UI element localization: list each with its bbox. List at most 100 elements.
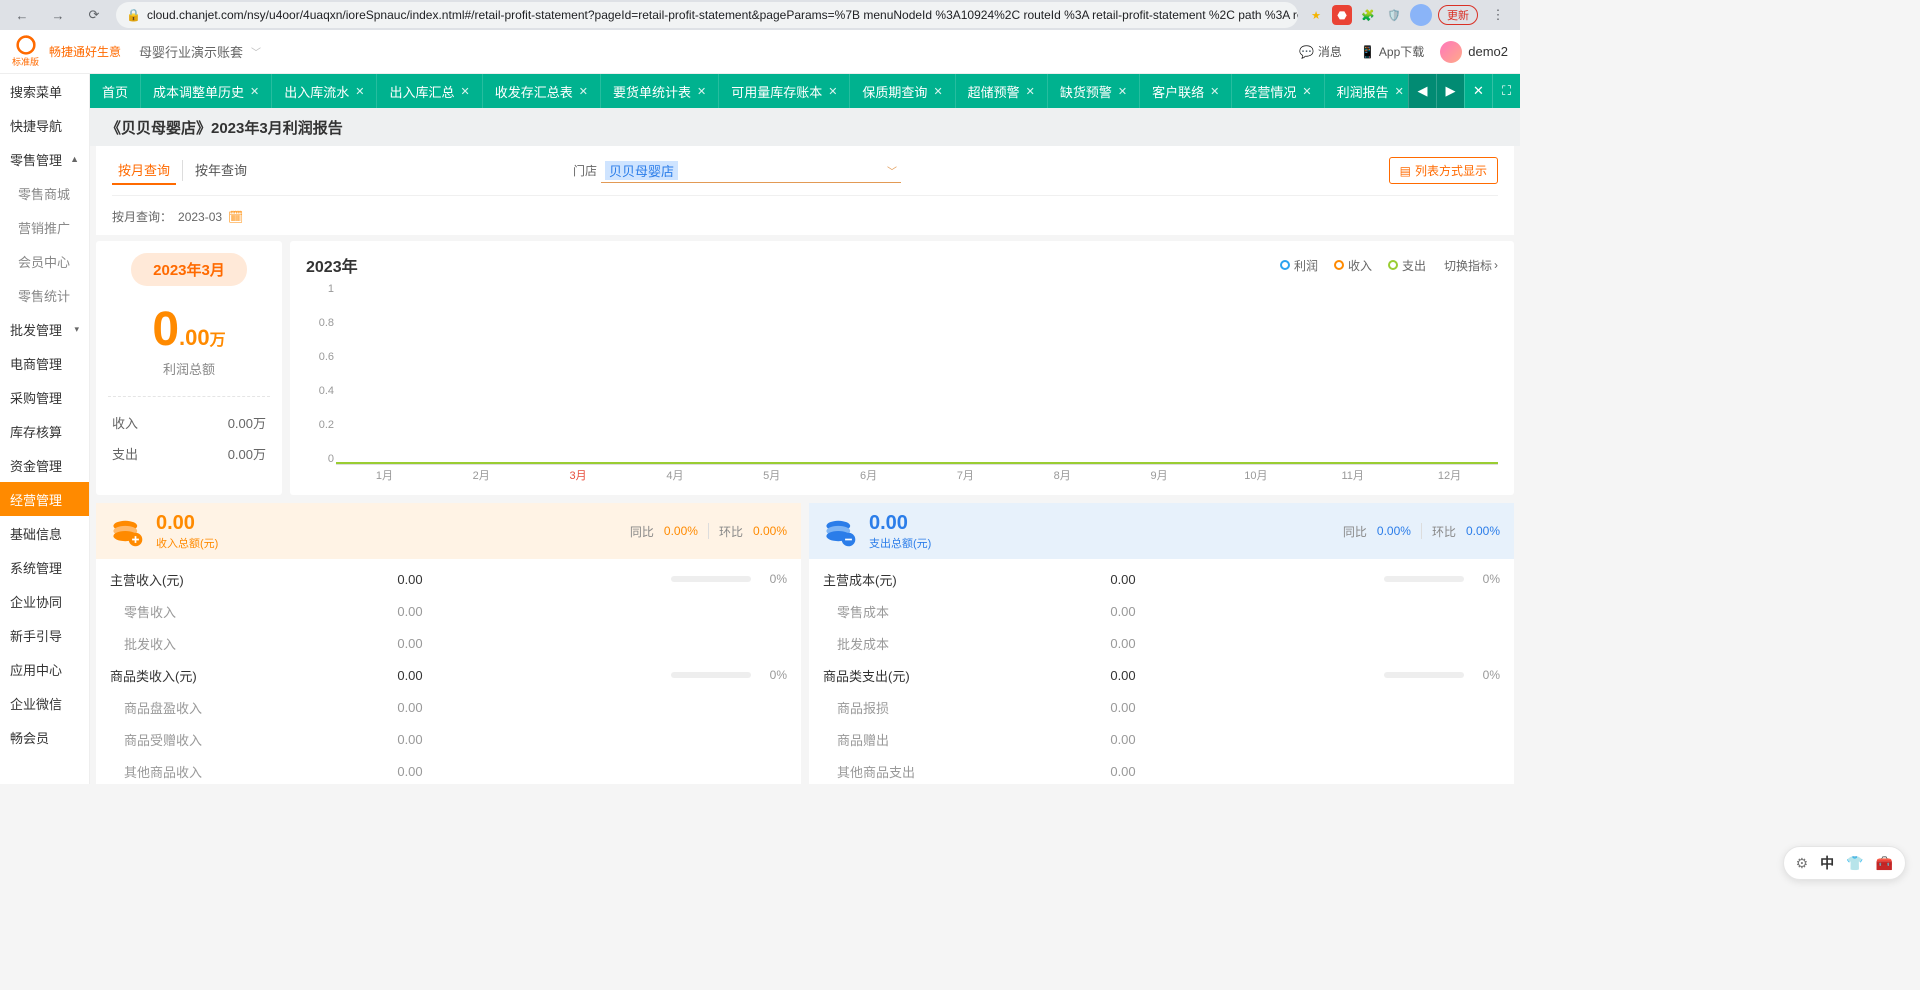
tab[interactable]: 成本调整单历史✕ (141, 74, 272, 108)
sidebar-item[interactable]: 搜索菜单 (0, 74, 89, 108)
sidebar-item[interactable]: 快捷导航 (0, 108, 89, 142)
close-icon[interactable]: ✕ (355, 85, 364, 98)
calendar-icon[interactable]: 🗓 (228, 210, 243, 224)
content: 2023年3月 0.00万 利润总额 收入 0.00万 支出 0.00万 (90, 235, 1520, 784)
sidebar-item[interactable]: 零售统计 (0, 278, 89, 312)
sidebar-item[interactable]: 资金管理 (0, 448, 89, 482)
chart-body: 10.80.60.40.20 1月2月3月4月5月6月7月8月9月10月11月1… (306, 283, 1498, 483)
tab[interactable]: 可用量库存账本✕ (719, 74, 850, 108)
ext-icon-1[interactable]: ⬣ (1332, 5, 1352, 25)
chart-title: 2023年 (306, 253, 358, 277)
data-line (336, 462, 1498, 464)
ime-tool-icon[interactable]: 🧰 (1876, 855, 1893, 872)
tabs-scroll-right[interactable]: ▶ (1436, 74, 1464, 108)
panel-row: 商品盘盈收入0.00 (110, 691, 787, 723)
sidebar-item[interactable]: 企业协同 (0, 584, 89, 618)
sidebar-item[interactable]: 企业微信 (0, 686, 89, 720)
chart-legend: 利润收入支出 (1280, 257, 1426, 274)
tab[interactable]: 客户联络✕ (1140, 74, 1232, 108)
legend-item[interactable]: 收入 (1334, 257, 1372, 274)
close-icon[interactable]: ✕ (828, 85, 837, 98)
sidebar-item[interactable]: 系统管理 (0, 550, 89, 584)
messages-link[interactable]: 💬消息 (1299, 43, 1342, 60)
tabs-bar: 首页成本调整单历史✕出入库流水✕出入库汇总✕收发存汇总表✕要货单统计表✕可用量库… (90, 74, 1520, 108)
tab[interactable]: 出入库流水✕ (272, 74, 377, 108)
sidebar-item[interactable]: 会员中心 (0, 244, 89, 278)
close-icon[interactable]: ✕ (933, 85, 942, 98)
close-icon[interactable]: ✕ (579, 85, 588, 98)
tab[interactable]: 经营情况✕ (1232, 74, 1324, 108)
expense-body: 主营成本(元)0.000%零售成本0.00批发成本0.00商品类支出(元)0.0… (809, 559, 1514, 784)
forward-button[interactable]: → (44, 1, 72, 29)
tab[interactable]: 要货单统计表✕ (601, 74, 719, 108)
bookmark-icon[interactable]: ★ (1306, 5, 1326, 25)
tab-by-year[interactable]: 按年查询 (189, 156, 253, 185)
tab[interactable]: 利润报告✕ (1325, 74, 1408, 108)
sidebar-item[interactable]: 库存核算 (0, 414, 89, 448)
list-mode-button[interactable]: ▤ 列表方式显示 (1389, 157, 1498, 184)
panel-row: 批发收入0.00 (110, 627, 787, 659)
sidebar-item[interactable]: 营销推广 (0, 210, 89, 244)
reload-button[interactable]: ⟳ (80, 1, 108, 29)
query-mode-tabs: 按月查询 按年查询 (112, 156, 253, 185)
close-icon[interactable]: ✕ (461, 85, 470, 98)
ime-gear-icon[interactable]: ⚙ (1796, 855, 1809, 872)
ext-icon-3[interactable]: 🛡️ (1384, 5, 1404, 25)
profit-total-label: 利润总额 (163, 359, 215, 378)
close-icon[interactable]: ✕ (1210, 85, 1219, 98)
switch-indicator[interactable]: 切换指标 › (1444, 257, 1498, 274)
menu-icon[interactable]: ⋮ (1484, 1, 1512, 29)
close-icon[interactable]: ✕ (697, 85, 706, 98)
sidebar-item[interactable]: 零售管理▲ (0, 142, 89, 176)
close-icon[interactable]: ✕ (1302, 85, 1311, 98)
sidebar-item[interactable]: 基础信息 (0, 516, 89, 550)
ext-icon-2[interactable]: 🧩 (1358, 5, 1378, 25)
sidebar-item[interactable]: 畅会员 (0, 720, 89, 754)
expense-header: 0.00 支出总额(元) 同比 0.00% 环比 0.00% (809, 503, 1514, 559)
store-select[interactable]: 门店 贝贝母婴店 ﹀ (573, 159, 901, 183)
expense-icon (823, 514, 857, 548)
profile-avatar[interactable] (1410, 4, 1432, 26)
tab[interactable]: 出入库汇总✕ (377, 74, 482, 108)
panel-row: 商品受赠收入0.00 (110, 723, 787, 755)
ime-lang[interactable]: 中 (1820, 853, 1834, 873)
tab[interactable]: 收发存汇总表✕ (483, 74, 601, 108)
username: demo2 (1468, 44, 1508, 59)
app-download-link[interactable]: 📱App下载 (1360, 43, 1424, 60)
tab[interactable]: 首页 (90, 74, 141, 108)
user-avatar[interactable] (1440, 41, 1462, 63)
tab[interactable]: 保质期查询✕ (850, 74, 955, 108)
sidebar-item[interactable]: 新手引导 (0, 618, 89, 652)
url-bar[interactable]: 🔒 cloud.chanjet.com/nsy/u4oor/4uaqxn/ior… (116, 2, 1298, 28)
panel-row: 主营收入(元)0.000% (110, 563, 787, 595)
ime-skin-icon[interactable]: 👕 (1846, 855, 1863, 872)
sidebar-item[interactable]: 电商管理 (0, 346, 89, 380)
chevron-right-icon: › (1494, 258, 1498, 272)
tenant-select[interactable]: 母婴行业演示账套 ﹀ (135, 40, 265, 63)
tab[interactable]: 缺货预警✕ (1048, 74, 1140, 108)
sidebar-item[interactable]: 应用中心 (0, 652, 89, 686)
tab[interactable]: 超储预警✕ (956, 74, 1048, 108)
sidebar-item[interactable]: 经营管理 (0, 482, 89, 516)
sidebar-item[interactable]: 批发管理▾ (0, 312, 89, 346)
close-icon[interactable]: ✕ (1026, 85, 1035, 98)
x-axis: 1月2月3月4月5月6月7月8月9月10月11月12月 (336, 467, 1498, 483)
sidebar-item[interactable]: 采购管理 (0, 380, 89, 414)
panel-row: 商品报损0.00 (823, 691, 1500, 723)
close-icon[interactable]: ✕ (1118, 85, 1127, 98)
back-button[interactable]: ← (8, 1, 36, 29)
tab-by-month[interactable]: 按月查询 (112, 156, 176, 185)
tabs-fullscreen[interactable]: ⛶ (1492, 74, 1520, 108)
plot-area (336, 289, 1498, 465)
close-icon[interactable]: ✕ (250, 85, 259, 98)
close-icon[interactable]: ✕ (1395, 85, 1404, 98)
chevron-down-icon: ﹀ (887, 163, 897, 178)
update-button[interactable]: 更新 (1438, 5, 1478, 25)
tabs-close-all[interactable]: ✕ (1464, 74, 1492, 108)
main: 首页成本调整单历史✕出入库流水✕出入库汇总✕收发存汇总表✕要货单统计表✕可用量库… (90, 74, 1520, 784)
legend-item[interactable]: 利润 (1280, 257, 1318, 274)
float-toolbar[interactable]: ⚙ 中 👕 🧰 (1783, 846, 1906, 880)
sidebar-item[interactable]: 零售商城 (0, 176, 89, 210)
legend-item[interactable]: 支出 (1388, 257, 1426, 274)
tabs-scroll-left[interactable]: ◀ (1408, 74, 1436, 108)
